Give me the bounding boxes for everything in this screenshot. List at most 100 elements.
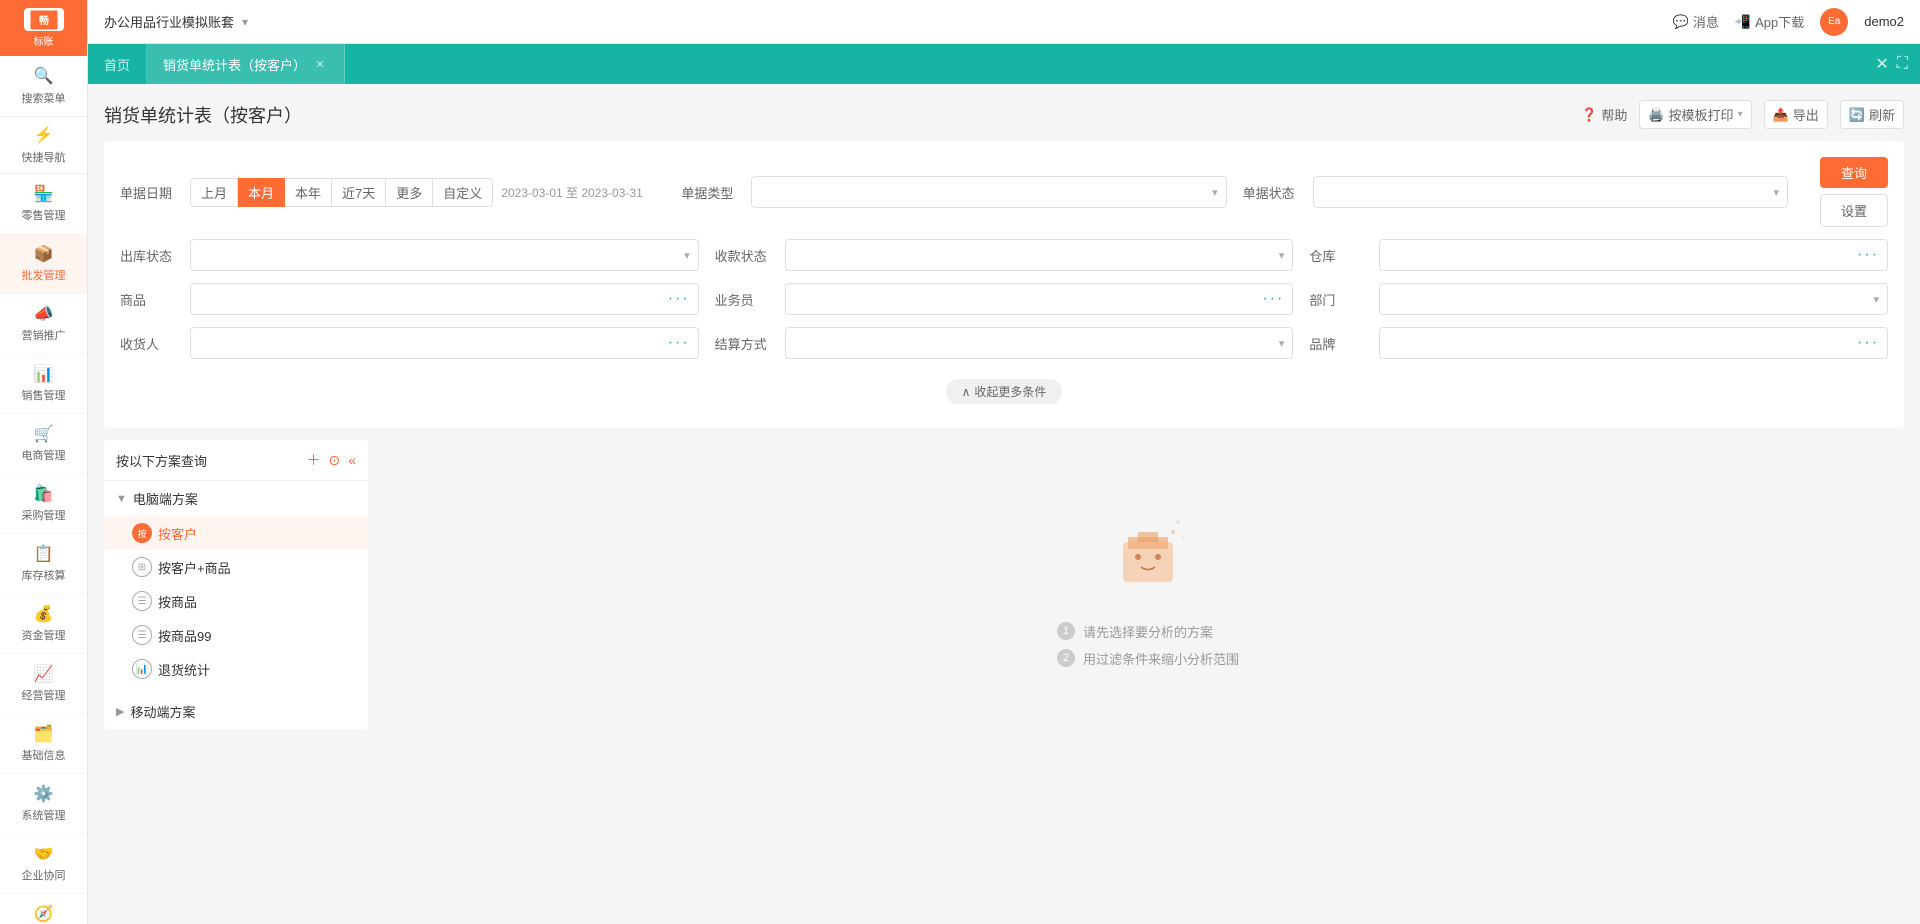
sidebar-item-ecommerce[interactable]: 🛒 电商管理 <box>0 414 87 474</box>
app-download-button[interactable]: 📲 App下载 <box>1735 12 1804 31</box>
collapse-button[interactable]: ∧ 收起更多条件 <box>946 379 1063 404</box>
out-status-input[interactable]: ▾ <box>190 239 699 271</box>
date-tab-last-month[interactable]: 上月 <box>190 178 238 207</box>
main-area: 办公用品行业模拟账套 ▾ 💬 消息 📲 App下载 Ea demo2 首页 销货… <box>88 0 1920 924</box>
header-title: 办公用品行业模拟账套 <box>104 12 234 31</box>
sidebar-item-purchase-label: 采购管理 <box>22 507 66 523</box>
brand-input[interactable]: ··· <box>1379 327 1888 359</box>
payment-label: 结算方式 <box>715 334 785 353</box>
collapse-row: ∧ 收起更多条件 <box>120 371 1888 412</box>
hint-1-text: 请先选择要分析的方案 <box>1083 622 1213 641</box>
sidebar-item-system[interactable]: ⚙️ 系统管理 <box>0 774 87 834</box>
sidebar-item-finance[interactable]: 💰 资金管理 <box>0 594 87 654</box>
order-type-input[interactable]: ▾ <box>751 176 1226 208</box>
date-tab-custom[interactable]: 自定义 <box>433 178 493 207</box>
sidebar-item-ecommerce-label: 电商管理 <box>22 447 66 463</box>
tab-maximize-icon[interactable]: ⛶ <box>1897 55 1908 73</box>
by-goods-icon: ☰ <box>132 591 152 611</box>
template-print-button[interactable]: 🖨️ 按模板打印 ▾ <box>1639 100 1751 129</box>
tab-close-window-icon[interactable]: ✕ <box>1875 54 1888 74</box>
app-download-icon: 📲 <box>1735 14 1751 30</box>
goods-input[interactable]: ··· <box>190 283 699 315</box>
tab-home[interactable]: 首页 <box>88 44 147 84</box>
brand-label: 品牌 <box>1309 334 1379 353</box>
export-button[interactable]: 📤 导出 <box>1764 100 1828 129</box>
settings-button[interactable]: 设置 <box>1820 194 1888 227</box>
tab-sales-stat[interactable]: 销货单统计表（按客户） ✕ <box>147 44 345 84</box>
query-button[interactable]: 查询 <box>1820 157 1888 188</box>
sidebar-item-basic-label: 基础信息 <box>22 747 66 763</box>
date-tab-this-year[interactable]: 本年 <box>285 178 332 207</box>
receiver-input[interactable]: ··· <box>190 327 699 359</box>
date-filter: 单据日期 上月 本月 本年 近7天 更多 自定义 2023-03-01 至 20… <box>120 178 665 207</box>
filter-panel: 单据日期 上月 本月 本年 近7天 更多 自定义 2023-03-01 至 20… <box>104 141 1904 428</box>
header-dropdown-icon[interactable]: ▾ <box>242 15 248 29</box>
scheme-mobile-section[interactable]: ▶ 移动端方案 <box>104 694 368 729</box>
corp-icon: 🤝 <box>34 844 54 864</box>
message-button[interactable]: 💬 消息 <box>1673 12 1719 31</box>
order-type-dropdown-icon: ▾ <box>1212 186 1218 199</box>
sidebar-quick-nav[interactable]: ⚡ 快捷导航 <box>0 117 87 174</box>
message-label: 消息 <box>1693 12 1719 31</box>
scheme-edit-icon[interactable]: ⊙ <box>328 452 340 469</box>
sidebar-item-basic[interactable]: 🗂️ 基础信息 <box>0 714 87 774</box>
refresh-button[interactable]: 🔄 刷新 <box>1840 100 1904 129</box>
hint-1-num: 1 <box>1057 622 1075 640</box>
sidebar-item-wholesale-label: 批发管理 <box>22 267 66 283</box>
sidebar-menu: 🏪 零售管理 📦 批发管理 📣 营销推广 📊 销售管理 🛒 电商管理 🛍️ 采购… <box>0 174 87 924</box>
sidebar-item-wholesale[interactable]: 📦 批发管理 <box>0 234 87 294</box>
scheme-collapse-icon[interactable]: « <box>348 452 356 468</box>
username[interactable]: demo2 <box>1864 14 1904 29</box>
scheme-item-by-customer-goods[interactable]: ⊞ 按客户+商品 <box>104 550 368 584</box>
scheme-item-by-goods[interactable]: ☰ 按商品 <box>104 584 368 618</box>
scheme-item-by-goods-99[interactable]: ☰ 按商品99 <box>104 618 368 652</box>
sidebar-item-purchase[interactable]: 🛍️ 采购管理 <box>0 474 87 534</box>
content-area: 销货单统计表（按客户） ❓ 帮助 🖨️ 按模板打印 ▾ 📤 导出 🔄 刷新 <box>88 84 1920 924</box>
scheme-item-by-customer[interactable]: 按 按客户 <box>104 516 368 550</box>
sidebar-item-guide[interactable]: 🧭 新手引导 <box>0 894 87 924</box>
department-input[interactable]: ▾ <box>1379 283 1888 315</box>
avatar[interactable]: Ea <box>1820 8 1848 36</box>
empty-hints: 1 请先选择要分析的方案 2 用过滤条件来缩小分析范围 <box>1057 622 1239 668</box>
mobile-section-label: 移动端方案 <box>130 702 195 721</box>
warehouse-input[interactable]: ··· <box>1379 239 1888 271</box>
payment-dropdown-icon: ▾ <box>1279 337 1285 350</box>
sidebar-item-operations-label: 经营管理 <box>22 687 66 703</box>
wholesale-icon: 📦 <box>34 244 54 264</box>
sidebar-item-marketing[interactable]: 📣 营销推广 <box>0 294 87 354</box>
scheme-add-icon[interactable]: ＋ <box>306 450 320 470</box>
by-goods-99-icon: ☰ <box>132 625 152 645</box>
help-button[interactable]: ❓ 帮助 <box>1581 105 1627 124</box>
by-customer-goods-label: 按客户+商品 <box>158 558 231 577</box>
date-tab-this-month[interactable]: 本月 <box>238 178 285 207</box>
department-dropdown-icon: ▾ <box>1873 293 1879 306</box>
date-tab-more[interactable]: 更多 <box>386 178 433 207</box>
sidebar-item-corp[interactable]: 🤝 企业协同 <box>0 834 87 894</box>
salesperson-input[interactable]: ··· <box>785 283 1294 315</box>
goods-dots: ··· <box>668 290 690 308</box>
empty-illustration <box>1098 502 1198 602</box>
receiver-field: 收货人 ··· <box>120 327 699 359</box>
basic-icon: 🗂️ <box>34 724 54 744</box>
scheme-item-return-stat[interactable]: 📊 退货统计 <box>104 652 368 686</box>
order-status-dropdown-icon: ▾ <box>1773 186 1779 199</box>
sidebar-item-inventory[interactable]: 📋 库存核算 <box>0 534 87 594</box>
receipt-status-input[interactable]: ▾ <box>785 239 1294 271</box>
header: 办公用品行业模拟账套 ▾ 💬 消息 📲 App下载 Ea demo2 <box>88 0 1920 44</box>
sidebar-item-retail[interactable]: 🏪 零售管理 <box>0 174 87 234</box>
order-status-input[interactable]: ▾ <box>1313 176 1788 208</box>
sidebar-logo-text: 标账 <box>34 33 54 48</box>
scheme-pc-section[interactable]: ▼ 电脑端方案 <box>104 481 368 516</box>
header-right: 💬 消息 📲 App下载 Ea demo2 <box>1673 8 1904 36</box>
sidebar-item-operations[interactable]: 📈 经营管理 <box>0 654 87 714</box>
out-status-dropdown-icon: ▾ <box>684 249 690 262</box>
sidebar-item-sales[interactable]: 📊 销售管理 <box>0 354 87 414</box>
warehouse-field: 仓库 ··· <box>1309 239 1888 271</box>
payment-input[interactable]: ▾ <box>785 327 1294 359</box>
warehouse-label: 仓库 <box>1309 246 1379 265</box>
receipt-status-label: 收款状态 <box>715 246 785 265</box>
salesperson-dots: ··· <box>1262 290 1284 308</box>
tab-close-icon[interactable]: ✕ <box>312 56 328 72</box>
sidebar-search[interactable]: 🔍 搜索菜单 <box>0 56 87 117</box>
date-tab-7days[interactable]: 近7天 <box>332 178 386 207</box>
